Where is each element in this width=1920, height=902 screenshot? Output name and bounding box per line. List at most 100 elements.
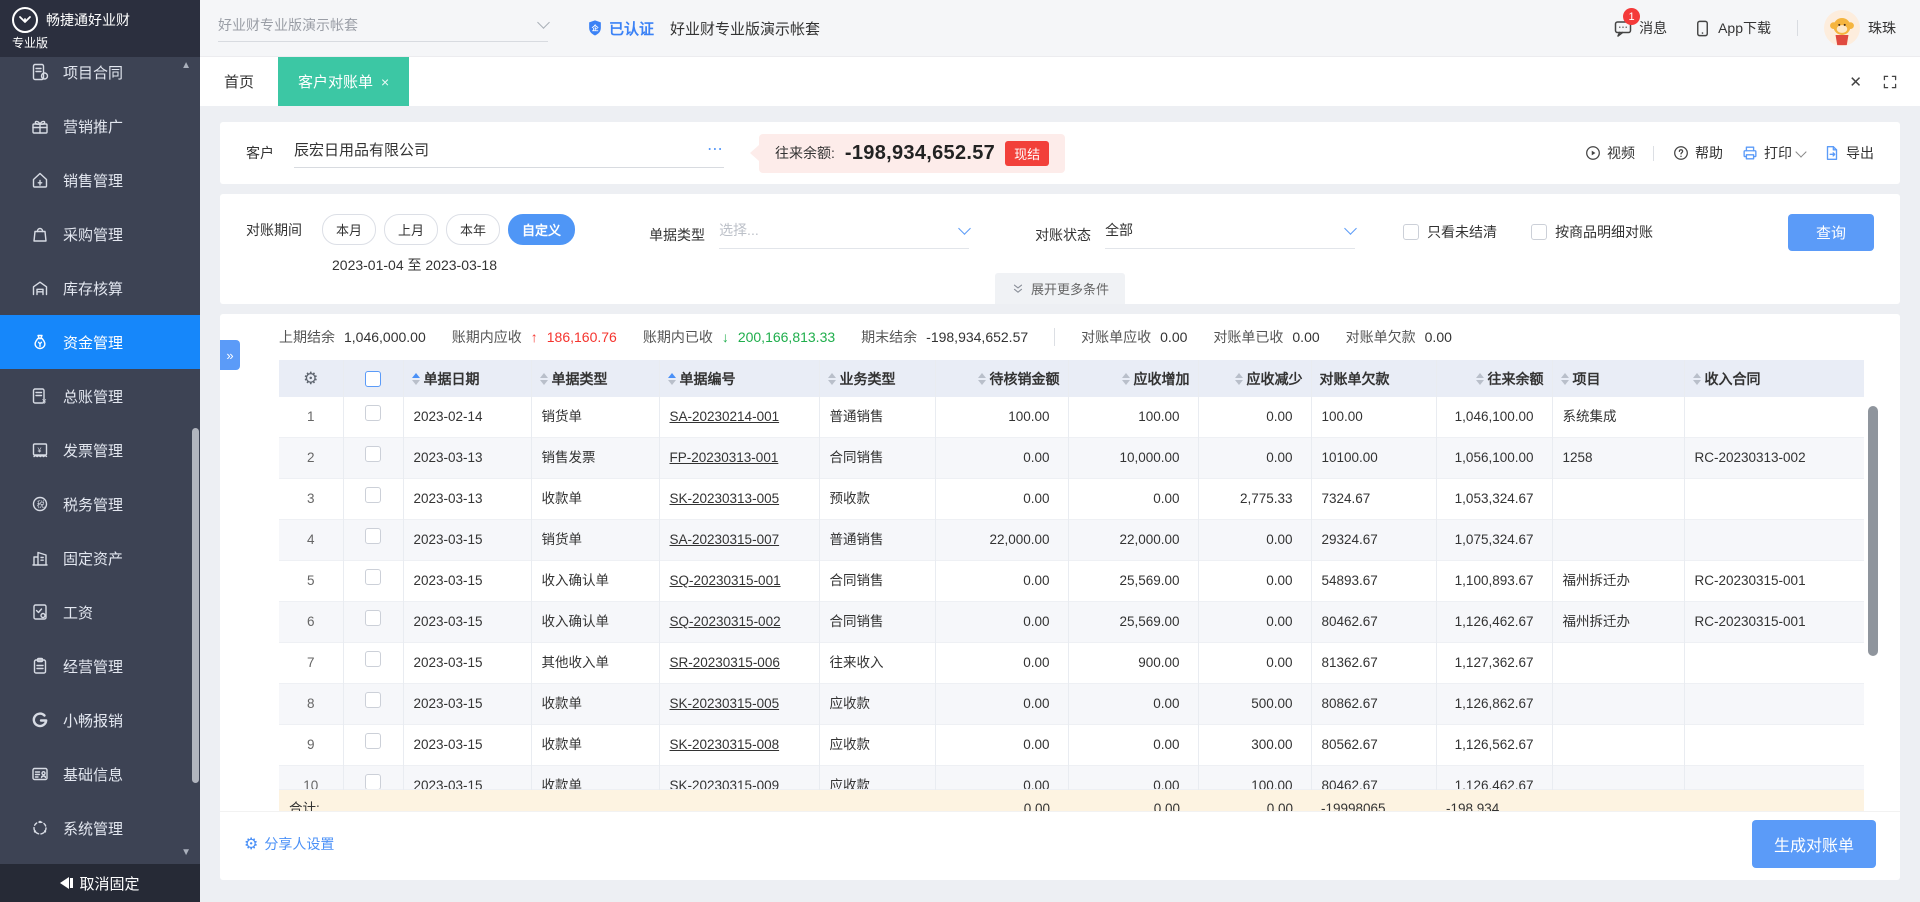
- app-download-button[interactable]: App下载: [1693, 18, 1771, 38]
- account-set-dropdown[interactable]: 好业财专业版演示帐套: [218, 15, 550, 42]
- customer-bar: 客户 辰宏日用品有限公司 ⋯ 往来余额: -198,934,652.57 现结: [220, 122, 1900, 184]
- sort-icon[interactable]: [667, 372, 676, 385]
- sidebar-item-system[interactable]: 系统管理: [0, 801, 200, 855]
- sidebar-item-purchase[interactable]: 采购管理: [0, 207, 200, 261]
- sidebar-item-operations[interactable]: 经营管理: [0, 639, 200, 693]
- brand-name: 畅捷通好业财: [46, 12, 130, 28]
- sidebar-item-sales[interactable]: 销售管理: [0, 153, 200, 207]
- share-settings-button[interactable]: ⚙ 分享人设置: [244, 834, 334, 854]
- period-custom[interactable]: 自定义: [508, 214, 576, 245]
- col-doc-no[interactable]: 单据编号: [659, 360, 820, 397]
- col-contract[interactable]: 收入合同: [1684, 360, 1864, 397]
- menu-scroll-up-icon[interactable]: ▲: [181, 61, 191, 71]
- row-checkbox[interactable]: [365, 774, 381, 789]
- export-button[interactable]: 导出: [1823, 143, 1874, 163]
- sort-icon[interactable]: [1692, 372, 1701, 385]
- sidebar-scrollbar[interactable]: [192, 428, 199, 784]
- doc-no-link[interactable]: FP-20230313-001: [660, 438, 819, 478]
- sort-icon[interactable]: [977, 372, 986, 385]
- doc-no-link[interactable]: SK-20230315-008: [660, 725, 819, 765]
- row-checkbox[interactable]: [365, 487, 381, 503]
- row-checkbox[interactable]: [365, 651, 381, 667]
- fullscreen-icon[interactable]: [1882, 74, 1898, 90]
- messages-button[interactable]: 消息 1: [1613, 8, 1667, 38]
- row-checkbox[interactable]: [365, 405, 381, 421]
- doc-no-link[interactable]: SR-20230315-006: [660, 643, 819, 683]
- tab-close-icon[interactable]: ×: [381, 74, 389, 90]
- tab-home[interactable]: 首页: [200, 57, 278, 106]
- query-button[interactable]: 查询: [1787, 214, 1874, 251]
- tab-customer-statement[interactable]: 客户对账单 ×: [278, 57, 410, 106]
- sidebar-item-base-info[interactable]: 基础信息: [0, 747, 200, 801]
- help-button[interactable]: 帮助: [1672, 143, 1723, 163]
- doc-no-link[interactable]: SA-20230315-007: [660, 520, 819, 560]
- row-checkbox[interactable]: [365, 692, 381, 708]
- col-stmt-debt[interactable]: 对账单欠款: [1311, 360, 1437, 397]
- video-button[interactable]: 视频: [1584, 143, 1635, 163]
- col-balance[interactable]: 往来余额: [1436, 360, 1553, 397]
- col-doc-type[interactable]: 单据类型: [531, 360, 660, 397]
- sidebar-item-inventory[interactable]: 库存核算: [0, 261, 200, 315]
- expand-more-conditions[interactable]: 展开更多条件: [994, 273, 1126, 304]
- video-label: 视频: [1607, 145, 1635, 161]
- brand-logo-icon: [12, 7, 38, 33]
- panel-expander-chip[interactable]: »: [220, 340, 240, 370]
- period-last-month[interactable]: 上月: [384, 214, 439, 245]
- checkbox-icon[interactable]: [1531, 224, 1548, 240]
- col-decrease[interactable]: 应收减少: [1198, 360, 1312, 397]
- col-increase[interactable]: 应收增加: [1068, 360, 1199, 397]
- sidebar-item-marketing[interactable]: 营销推广: [0, 99, 200, 153]
- select-all-checkbox[interactable]: [365, 370, 381, 387]
- doc-no-link[interactable]: SK-20230313-005: [660, 479, 819, 519]
- sidebar-item-fixed-assets[interactable]: 固定资产: [0, 531, 200, 585]
- unpin-sidebar-button[interactable]: 取消固定: [0, 864, 200, 902]
- sidebar-item-expense[interactable]: 小畅报销: [0, 693, 200, 747]
- period-this-month[interactable]: 本月: [322, 214, 377, 245]
- col-project[interactable]: 项目: [1552, 360, 1685, 397]
- checkbox-icon[interactable]: [1403, 224, 1420, 240]
- sort-icon[interactable]: [827, 372, 836, 385]
- doc-type-select[interactable]: 选择...: [719, 220, 971, 249]
- close-icon[interactable]: ✕: [1849, 73, 1862, 91]
- row-checkbox[interactable]: [365, 528, 381, 544]
- sidebar-item-project-contract[interactable]: 项目合同: [0, 57, 200, 99]
- date-range[interactable]: 2023-01-04 至 2023-03-18: [332, 255, 575, 275]
- col-biz-type[interactable]: 业务类型: [819, 360, 936, 397]
- chevron-down-icon[interactable]: [1795, 145, 1807, 158]
- row-checkbox[interactable]: [365, 733, 381, 749]
- sort-icon[interactable]: [411, 372, 420, 385]
- table-vertical-scrollbar[interactable]: [1868, 406, 1878, 656]
- sidebar-item-general-ledger[interactable]: ¥ 总账管理: [0, 369, 200, 423]
- sort-icon[interactable]: [1560, 372, 1569, 385]
- doc-no-link[interactable]: SK-20230315-009: [660, 766, 819, 789]
- sort-icon[interactable]: [539, 372, 548, 385]
- doc-no-link[interactable]: SQ-20230315-002: [660, 602, 819, 642]
- sort-icon[interactable]: [1475, 372, 1484, 385]
- sidebar-item-funds[interactable]: 资金管理: [0, 315, 200, 369]
- filter-by-product-checkbox[interactable]: 按商品明细对账: [1531, 222, 1653, 242]
- sort-icon[interactable]: [1234, 372, 1243, 385]
- print-button[interactable]: 打印: [1741, 143, 1807, 163]
- period-this-year[interactable]: 本年: [446, 214, 501, 245]
- col-pending[interactable]: 待核销金额: [935, 360, 1069, 397]
- row-checkbox[interactable]: [365, 446, 381, 462]
- menu-scroll-down-icon[interactable]: ▼: [181, 848, 191, 858]
- generate-statement-button[interactable]: 生成对账单: [1751, 820, 1876, 868]
- sidebar-item-invoices[interactable]: ¥ 发票管理: [0, 423, 200, 477]
- sort-icon[interactable]: [1121, 372, 1130, 385]
- sidebar-item-tax[interactable]: 税 税务管理: [0, 477, 200, 531]
- col-doc-date[interactable]: 单据日期: [403, 360, 532, 397]
- table-header-row: ⚙ 单据日期 单据类型 单据编号 业务类型 待核销金额 应收增加 应收减少 对账…: [279, 360, 1864, 397]
- filter-unsettled-checkbox[interactable]: 只看未结清: [1403, 222, 1497, 242]
- more-options-icon[interactable]: ⋯: [707, 139, 724, 159]
- user-menu[interactable]: 珠珠: [1824, 10, 1896, 46]
- doc-no-link[interactable]: SK-20230315-005: [660, 684, 819, 724]
- status-select[interactable]: 全部: [1105, 220, 1357, 249]
- doc-no-link[interactable]: SQ-20230315-001: [660, 561, 819, 601]
- sidebar-item-payroll[interactable]: 工资: [0, 585, 200, 639]
- row-checkbox[interactable]: [365, 610, 381, 626]
- column-settings-gear-icon[interactable]: ⚙: [303, 369, 318, 389]
- row-checkbox[interactable]: [365, 569, 381, 585]
- customer-select-field[interactable]: 辰宏日用品有限公司 ⋯: [294, 139, 724, 168]
- doc-no-link[interactable]: SA-20230214-001: [660, 397, 819, 437]
